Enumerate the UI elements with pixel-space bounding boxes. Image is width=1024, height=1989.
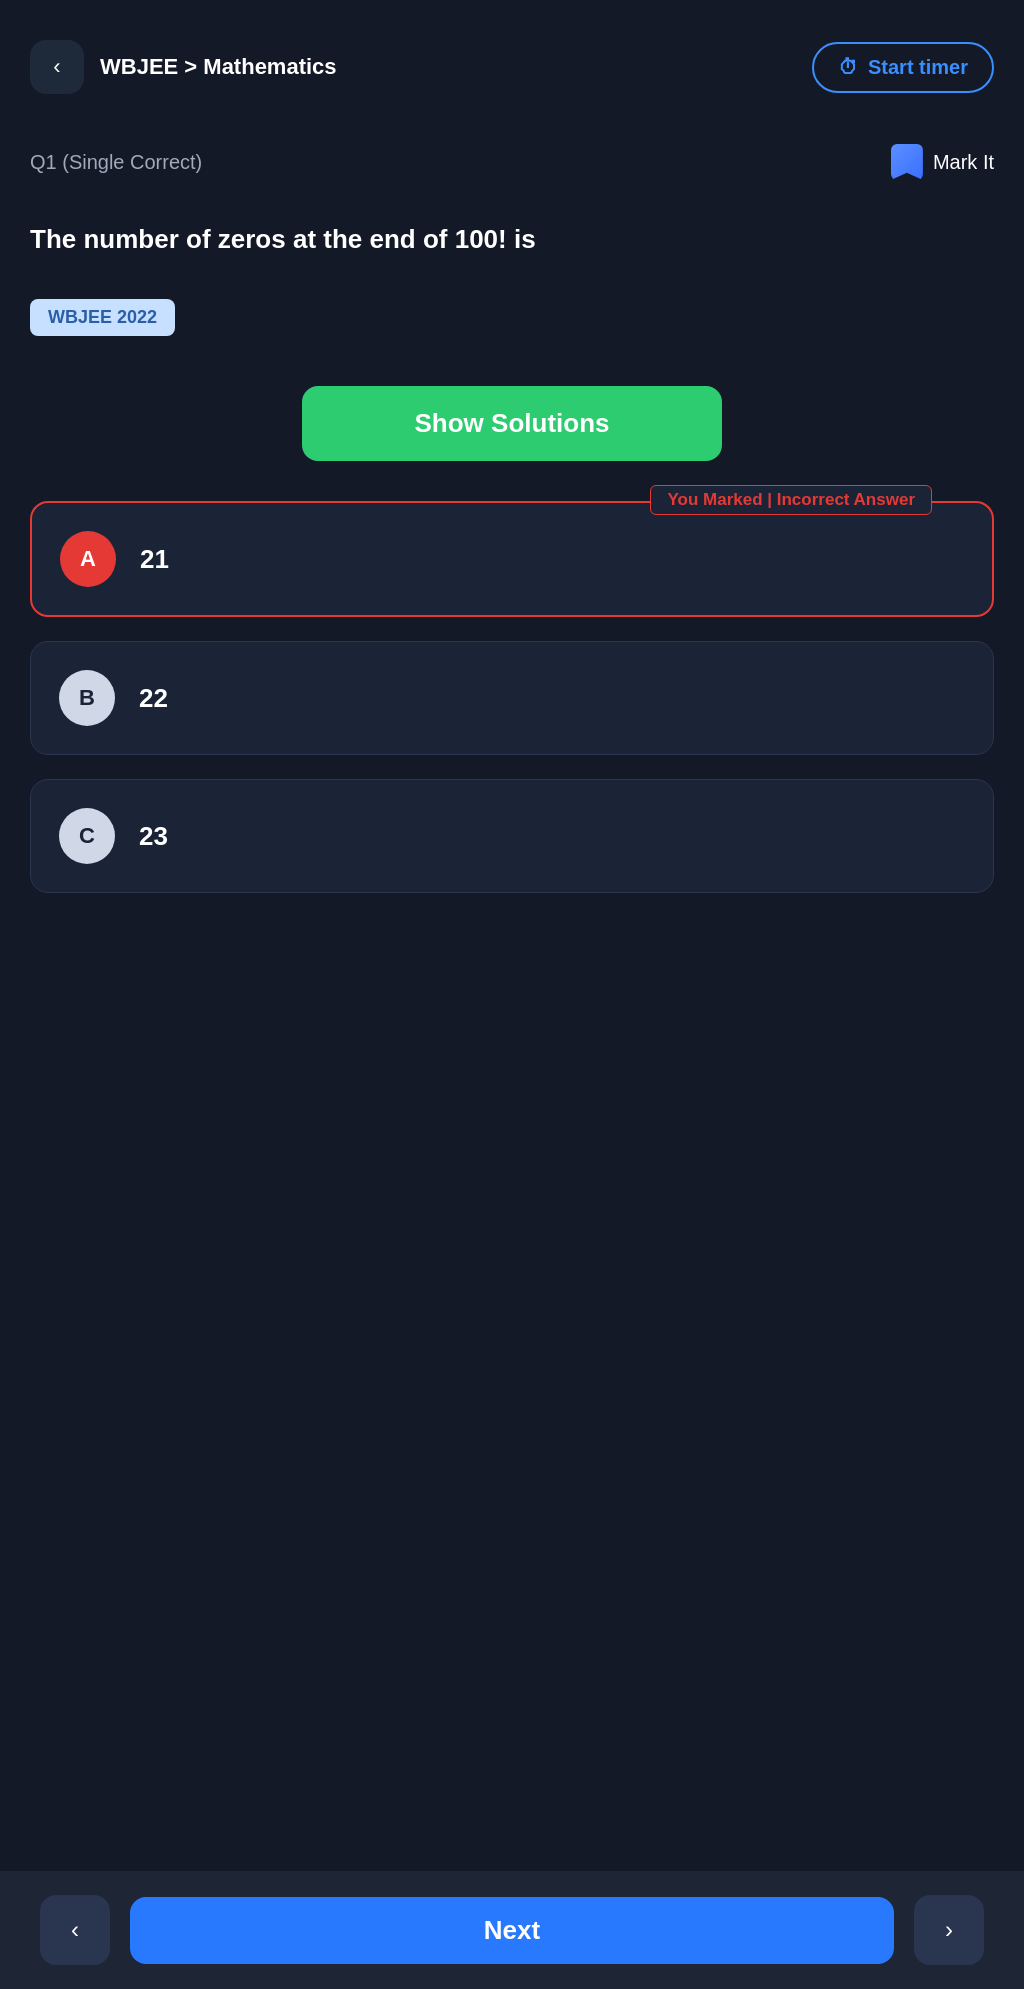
back-button[interactable]: ‹ [30,40,84,94]
mark-it-button[interactable]: Mark It [891,144,994,180]
breadcrumb: WBJEE > Mathematics [100,54,337,80]
incorrect-label: You Marked | Incorrect Answer [650,485,932,515]
option-a-letter: A [80,546,96,572]
option-b-card[interactable]: B 22 [30,641,994,755]
option-c-card[interactable]: C 23 [30,779,994,893]
tag-container: WBJEE 2022 [0,289,1024,366]
next-arrow-icon: › [945,1916,953,1944]
question-text: The number of zeros at the end of 100! i… [0,200,1024,289]
question-type: Q1 (Single Correct) [30,151,202,174]
timer-icon: ⏱ [838,56,858,79]
option-c-text: 23 [139,821,168,852]
options-container: You Marked | Incorrect Answer A 21 B 22 … [0,491,1024,1871]
option-c-letter: C [79,823,95,849]
prev-arrow-icon: ‹ [71,1916,79,1944]
prev-button[interactable]: ‹ [40,1895,110,1965]
option-b-circle: B [59,670,115,726]
option-b-letter: B [79,685,95,711]
option-a-circle: A [60,531,116,587]
show-solutions-button[interactable]: Show Solutions [302,386,722,461]
start-timer-button[interactable]: ⏱ Start timer [812,42,994,93]
option-a-text: 21 [140,544,169,575]
back-icon: ‹ [53,54,60,80]
bookmark-icon [891,144,923,180]
option-a-card[interactable]: You Marked | Incorrect Answer A 21 [30,501,994,617]
question-tag: WBJEE 2022 [30,299,175,336]
mark-it-label: Mark It [933,151,994,174]
question-meta: Q1 (Single Correct) Mark It [0,124,1024,200]
next-button[interactable]: Next [130,1897,894,1964]
header-left: ‹ WBJEE > Mathematics [30,40,337,94]
timer-label: Start timer [868,56,968,79]
bottom-nav: ‹ Next › [0,1871,1024,1989]
next-arrow-button[interactable]: › [914,1895,984,1965]
option-b-text: 22 [139,683,168,714]
show-solutions-container: Show Solutions [0,366,1024,491]
option-c-circle: C [59,808,115,864]
header: ‹ WBJEE > Mathematics ⏱ Start timer [0,0,1024,114]
